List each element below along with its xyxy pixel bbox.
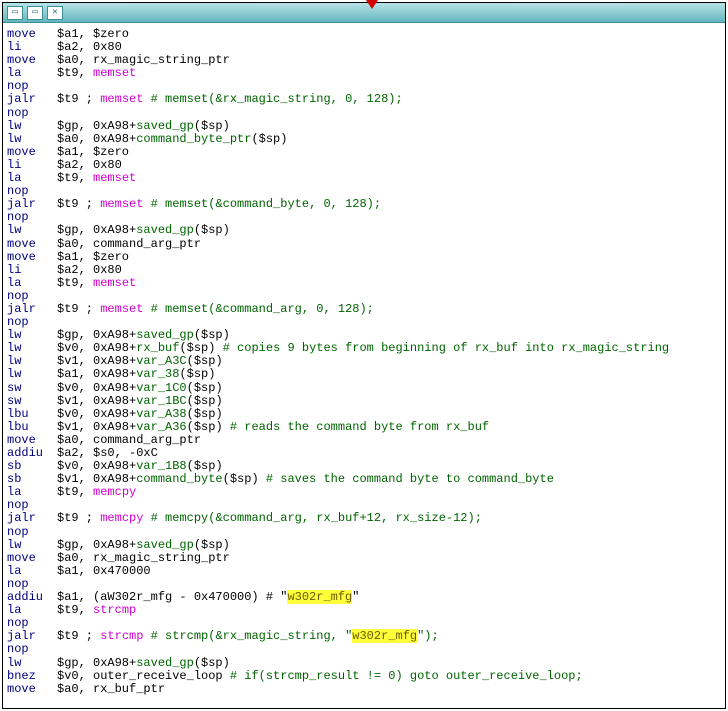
operands: $t9 ; memset # memset(&command_arg, 0, 1… <box>57 303 374 316</box>
mnemonic: sw <box>7 382 57 395</box>
asm-line[interactable]: la$t9, memset <box>7 277 725 290</box>
mnemonic: lw <box>7 120 57 133</box>
mnemonic: nop <box>7 526 57 539</box>
mnemonic: lw <box>7 539 57 552</box>
mnemonic: bnez <box>7 670 57 683</box>
mnemonic: nop <box>7 290 57 303</box>
mnemonic: la <box>7 277 57 290</box>
asm-line[interactable]: la$t9, strcmp <box>7 604 725 617</box>
mnemonic: lw <box>7 133 57 146</box>
comment: # memset(&command_arg, 0, 128); <box>151 302 374 316</box>
entry-marker <box>366 0 378 9</box>
comment: # memset(&command_byte, 0, 128); <box>151 197 381 211</box>
disassembly-view[interactable]: move$a1, $zeroli$a2, 0x80move$a0, rx_mag… <box>3 23 725 708</box>
asm-line[interactable]: move$a0, rx_buf_ptr <box>7 683 725 696</box>
mnemonic: jalr <box>7 512 57 525</box>
operands: $a1, 0x470000 <box>57 565 151 578</box>
window-titlebar: ▭ ▭ ✕ <box>3 3 725 23</box>
window-button-3[interactable]: ✕ <box>47 6 63 20</box>
mnemonic: nop <box>7 643 57 656</box>
asm-line[interactable]: jalr$t9 ; memset # memset(&command_arg, … <box>7 303 725 316</box>
asm-line[interactable]: jalr$t9 ; memcpy # memcpy(&command_arg, … <box>7 512 725 525</box>
mnemonic: lw <box>7 657 57 670</box>
operands: $t9 ; memset # memset(&rx_magic_string, … <box>57 93 403 106</box>
mnemonic: lbu <box>7 421 57 434</box>
comment: # reads the command byte from rx_buf <box>230 420 489 434</box>
operands: $a0, rx_buf_ptr <box>57 683 165 696</box>
mnemonic: nop <box>7 107 57 120</box>
mnemonic: jalr <box>7 93 57 106</box>
operands: $t9, memset <box>57 277 136 290</box>
mnemonic: lw <box>7 368 57 381</box>
asm-line[interactable]: la$a1, 0x470000 <box>7 565 725 578</box>
operands: $t9, strcmp <box>57 604 136 617</box>
operands: $t9, memset <box>57 172 136 185</box>
window-button-2[interactable]: ▭ <box>27 6 43 20</box>
mnemonic: lbu <box>7 408 57 421</box>
asm-line[interactable]: jalr$t9 ; memset # memset(&rx_magic_stri… <box>7 93 725 106</box>
operands: $t9, memset <box>57 67 136 80</box>
mnemonic: move <box>7 552 57 565</box>
operands: $t9, memcpy <box>57 486 136 499</box>
operands: $t9 ; memcpy # memcpy(&command_arg, rx_b… <box>57 512 482 525</box>
asm-line[interactable]: jalr$t9 ; strcmp # strcmp(&rx_magic_stri… <box>7 630 725 643</box>
mnemonic: move <box>7 683 57 696</box>
comment: # memcpy(&command_arg, rx_buf+12, rx_siz… <box>151 511 482 525</box>
mnemonic: sw <box>7 395 57 408</box>
mnemonic: move <box>7 238 57 251</box>
mnemonic: li <box>7 264 57 277</box>
asm-line[interactable]: la$t9, memset <box>7 172 725 185</box>
comment: # if(strcmp_result != 0) goto outer_rece… <box>230 669 583 683</box>
asm-line[interactable]: la$t9, memset <box>7 67 725 80</box>
comment: # saves the command byte to command_byte <box>266 472 554 486</box>
comment: # copies 9 bytes from beginning of rx_bu… <box>223 341 669 355</box>
mnemonic: lw <box>7 224 57 237</box>
comment: # memset(&rx_magic_string, 0, 128); <box>151 92 403 106</box>
asm-line[interactable]: la$t9, memcpy <box>7 486 725 499</box>
asm-line[interactable]: jalr$t9 ; memset # memset(&command_byte,… <box>7 198 725 211</box>
mnemonic: move <box>7 251 57 264</box>
mnemonic: move <box>7 146 57 159</box>
operands: $t9 ; memset # memset(&command_byte, 0, … <box>57 198 381 211</box>
mnemonic: la <box>7 565 57 578</box>
operands: $t9 ; strcmp # strcmp(&rx_magic_string, … <box>57 630 439 643</box>
window-button-1[interactable]: ▭ <box>7 6 23 20</box>
